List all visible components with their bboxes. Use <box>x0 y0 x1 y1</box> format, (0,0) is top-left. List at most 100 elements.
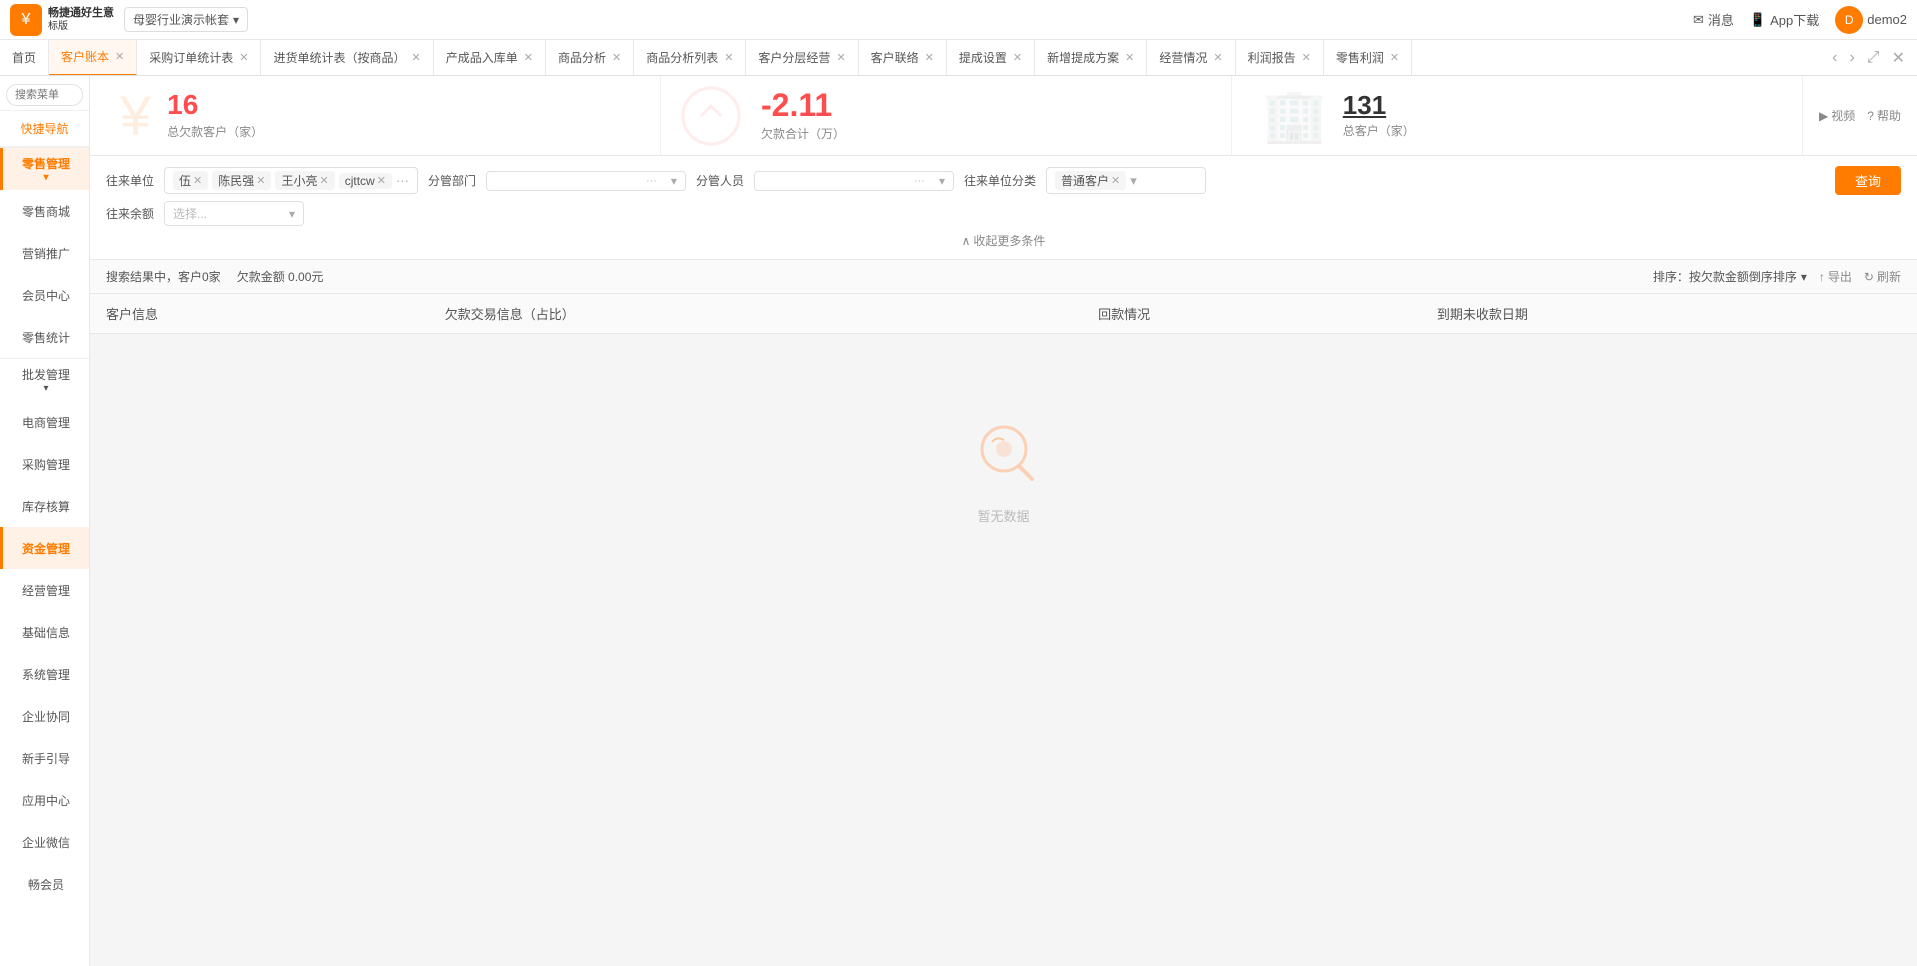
tab-customer-ledger[interactable]: 客户账本 ✕ <box>49 40 137 76</box>
close-tab-product-analysis[interactable]: ✕ <box>612 51 621 64</box>
table-header-row: 客户信息 欠款交易信息（占比） 回款情况 到期未收款日期 <box>90 294 1917 334</box>
tag-cjttcw[interactable]: cjttcw ✕ <box>339 173 392 189</box>
person-filter-label: 分管人员 <box>696 172 744 189</box>
tab-scroll-right[interactable]: › <box>1845 47 1858 69</box>
top-right-actions: ✉ 消息 📱 App下载 D demo2 <box>1693 6 1907 34</box>
tab-production-inbound[interactable]: 产成品入库单 ✕ <box>434 40 546 76</box>
tab-product-analysis[interactable]: 商品分析 ✕ <box>546 40 634 76</box>
sidebar-item-retail-stats[interactable]: 零售统计 <box>0 316 89 358</box>
sidebar-item-marketing[interactable]: 营销推广 <box>0 232 89 274</box>
collapse-button[interactable]: ∧ 收起更多条件 <box>962 232 1046 249</box>
content-area: ¥ 16 总欠款客户（家） -2.11 欠款合计（万） <box>90 76 1917 966</box>
expand-icon-wholesale: ▾ <box>43 383 48 394</box>
sidebar-item-wholesale[interactable]: 批发管理 ▾ <box>0 359 89 401</box>
sidebar-item-ecommerce[interactable]: 电商管理 <box>0 401 89 443</box>
app-download-button[interactable]: 📱 App下载 <box>1750 10 1819 29</box>
close-tab-inbound-stats[interactable]: ✕ <box>412 51 421 64</box>
export-icon: ↑ <box>1819 270 1825 284</box>
close-tab-add-commission[interactable]: ✕ <box>1125 51 1134 64</box>
message-icon: ✉ <box>1693 12 1704 28</box>
close-tab-customer-contact[interactable]: ✕ <box>925 51 934 64</box>
department-select[interactable]: ▾ ··· <box>486 171 686 191</box>
video-button[interactable]: ▶ 视频 <box>1819 107 1855 124</box>
tab-home[interactable]: 首页 <box>0 40 49 76</box>
sidebar-item-畅会员[interactable]: 畅会员 <box>0 863 89 905</box>
sidebar-item-inventory[interactable]: 库存核算 <box>0 485 89 527</box>
filter-row-1: 往来单位 伍 ✕ 陈民强 ✕ 王小亮 ✕ cjttcw <box>106 166 1901 195</box>
stat-total-customers: 🏢 131 总客户（家） <box>1232 76 1803 155</box>
department-filter-label: 分管部门 <box>428 172 476 189</box>
tab-purchase-order[interactable]: 采购订单统计表 ✕ <box>137 40 261 76</box>
remove-tag-general-customer[interactable]: ✕ <box>1111 174 1120 187</box>
tab-operations[interactable]: 经营情况 ✕ <box>1147 40 1235 76</box>
tag-general-customer[interactable]: 普通客户 ✕ <box>1055 171 1126 190</box>
sidebar-item-retail-mall[interactable]: 零售商城 <box>0 190 89 232</box>
chevron-down-icon: ▾ <box>233 13 239 27</box>
credit-customers-icon: ¥ <box>120 83 151 148</box>
remove-tag-chenminqiang[interactable]: ✕ <box>256 174 265 187</box>
download-icon: 📱 <box>1750 12 1766 28</box>
tab-profit-report[interactable]: 利润报告 ✕ <box>1236 40 1324 76</box>
help-button[interactable]: ? 帮助 <box>1867 107 1901 124</box>
sidebar-item-members[interactable]: 会员中心 <box>0 274 89 316</box>
sidebar-item-enterprise-wechat[interactable]: 企业微信 <box>0 821 89 863</box>
sidebar-item-retail[interactable]: 零售管理 ▾ <box>0 148 89 190</box>
filter-row-2: 往来余额 选择... ▾ <box>106 201 1901 226</box>
department-more-icon: ··· <box>646 175 657 187</box>
sidebar-item-finance[interactable]: 资金管理 <box>0 527 89 569</box>
credit-total-bg-icon <box>681 86 741 146</box>
sort-label: 排序：按欠款金额倒序排序 <box>1653 268 1797 285</box>
close-tab-customer-layered[interactable]: ✕ <box>836 51 845 64</box>
tab-inbound-stats[interactable]: 进货单统计表（按商品） ✕ <box>261 40 433 76</box>
close-tab-customer-ledger[interactable]: ✕ <box>115 50 124 63</box>
query-button[interactable]: 查询 <box>1835 166 1901 195</box>
remove-tag-wangxiaoliang[interactable]: ✕ <box>320 174 329 187</box>
close-tab-production-inbound[interactable]: ✕ <box>524 51 533 64</box>
sidebar-item-new-guide[interactable]: 新手引导 <box>0 737 89 779</box>
person-more-icon: ··· <box>914 175 925 187</box>
tab-scroll-left[interactable]: ‹ <box>1828 47 1841 69</box>
tab-close-all[interactable]: ✕ <box>1888 46 1909 70</box>
tag-wu[interactable]: 伍 ✕ <box>173 171 208 190</box>
store-selector[interactable]: 母婴行业演示帐套 ▾ <box>124 7 248 32</box>
balance-select[interactable]: 选择... ▾ <box>164 201 304 226</box>
tab-commission-settings[interactable]: 提成设置 ✕ <box>947 40 1035 76</box>
message-button[interactable]: ✉ 消息 <box>1693 10 1734 29</box>
tab-product-analysis-list[interactable]: 商品分析列表 ✕ <box>634 40 746 76</box>
sidebar-item-operations[interactable]: 经营管理 <box>0 569 89 611</box>
tab-expand[interactable]: ⤢ <box>1863 47 1884 69</box>
tab-add-commission[interactable]: 新增提成方案 ✕ <box>1035 40 1147 76</box>
remove-tag-cjttcw[interactable]: ✕ <box>377 174 386 187</box>
sidebar-item-enterprise[interactable]: 企业协同 <box>0 695 89 737</box>
total-customers-icon: 🏢 <box>1262 85 1327 146</box>
close-tab-purchase-order[interactable]: ✕ <box>239 51 248 64</box>
refresh-button[interactable]: ↻ 刷新 <box>1864 268 1901 285</box>
tag-chenminqiang[interactable]: 陈民强 ✕ <box>212 171 271 190</box>
user-menu[interactable]: D demo2 <box>1835 6 1907 34</box>
sidebar-item-system[interactable]: 系统管理 <box>0 653 89 695</box>
sidebar-item-purchase[interactable]: 采购管理 <box>0 443 89 485</box>
sort-select[interactable]: 排序：按欠款金额倒序排序 ▾ <box>1653 268 1807 285</box>
filter-bar: 往来单位 伍 ✕ 陈民强 ✕ 王小亮 ✕ cjttcw <box>90 156 1917 260</box>
export-button[interactable]: ↑ 导出 <box>1819 268 1852 285</box>
unit-filter-tags[interactable]: 伍 ✕ 陈民强 ✕ 王小亮 ✕ cjttcw ✕ ··· <box>164 167 418 194</box>
unit-type-tags[interactable]: 普通客户 ✕ ▾ <box>1046 167 1206 194</box>
sidebar-item-app-center[interactable]: 应用中心 <box>0 779 89 821</box>
close-tab-retail-profit[interactable]: ✕ <box>1390 51 1399 64</box>
filter-more-tags[interactable]: ··· <box>396 173 409 188</box>
close-tab-profit-report[interactable]: ✕ <box>1302 51 1311 64</box>
close-tab-commission-settings[interactable]: ✕ <box>1013 51 1022 64</box>
tab-customer-contact[interactable]: 客户联络 ✕ <box>859 40 947 76</box>
tab-retail-profit[interactable]: 零售利润 ✕ <box>1324 40 1412 76</box>
close-tab-product-analysis-list[interactable]: ✕ <box>724 51 733 64</box>
help-icon: ? <box>1867 109 1874 123</box>
close-tab-operations[interactable]: ✕ <box>1213 51 1222 64</box>
stat-credit-customers: ¥ 16 总欠款客户（家） <box>90 76 661 155</box>
sidebar-item-basic-info[interactable]: 基础信息 <box>0 611 89 653</box>
tab-customer-layered[interactable]: 客户分层经营 ✕ <box>746 40 858 76</box>
sidebar-search-input[interactable] <box>6 84 83 106</box>
tag-wangxiaoliang[interactable]: 王小亮 ✕ <box>275 171 334 190</box>
sidebar-quick-nav[interactable]: 快捷导航 <box>0 111 89 147</box>
person-select[interactable]: ▾ ··· <box>754 171 954 191</box>
remove-tag-wu[interactable]: ✕ <box>193 174 202 187</box>
